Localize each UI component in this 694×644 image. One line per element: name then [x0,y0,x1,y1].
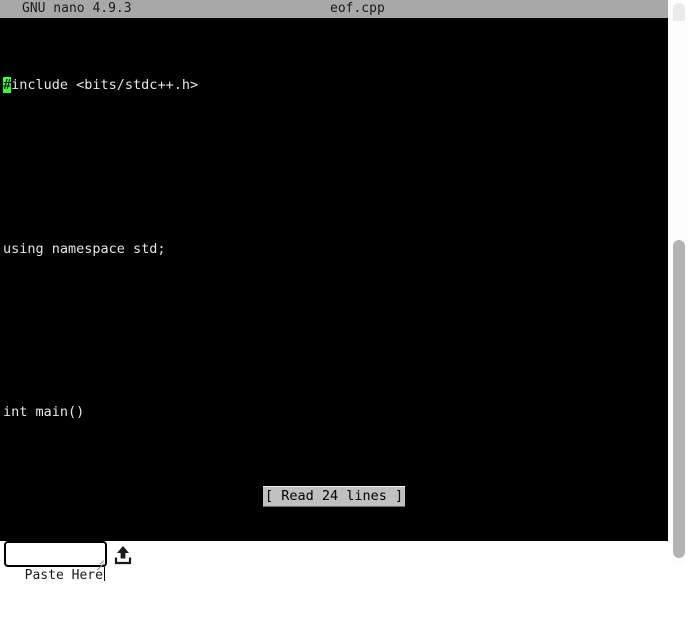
code-line: #include <bits/stdc++.h> [0,72,668,99]
vertical-scrollbar-thumb[interactable] [673,240,685,558]
shortcut-bar: ^G Get Help ^O Write Out ^W Where Is ^K … [0,506,668,541]
nano-filename-label: eof.cpp [330,1,385,16]
upload-icon[interactable] [112,544,134,566]
terminal-window[interactable]: GNU nano 4.9.3 eof.cpp #include <bits/st… [0,0,668,541]
editor-text-area[interactable]: #include <bits/stdc++.h> using namespace… [0,18,668,482]
code-line-text: include <bits/stdc++.h> [11,77,199,94]
code-line-text: using namespace std; [3,240,166,257]
editor-cursor: # [3,77,12,94]
scrollbar-top-cap [673,3,685,21]
code-line-text: int main() [3,403,85,420]
code-line: using namespace std; [0,236,668,263]
status-message: [ Read 24 lines ] [263,486,406,507]
paste-here-value: Paste Here [24,568,103,583]
paste-here-input[interactable]: Paste Here [4,541,107,583]
nano-title-bar: GNU nano 4.9.3 eof.cpp [0,0,668,18]
nano-version-label: GNU nano 4.9.3 [22,1,132,16]
text-caret [103,567,105,581]
resize-handle-icon[interactable] [95,556,104,571]
code-line: int main() [0,399,668,426]
